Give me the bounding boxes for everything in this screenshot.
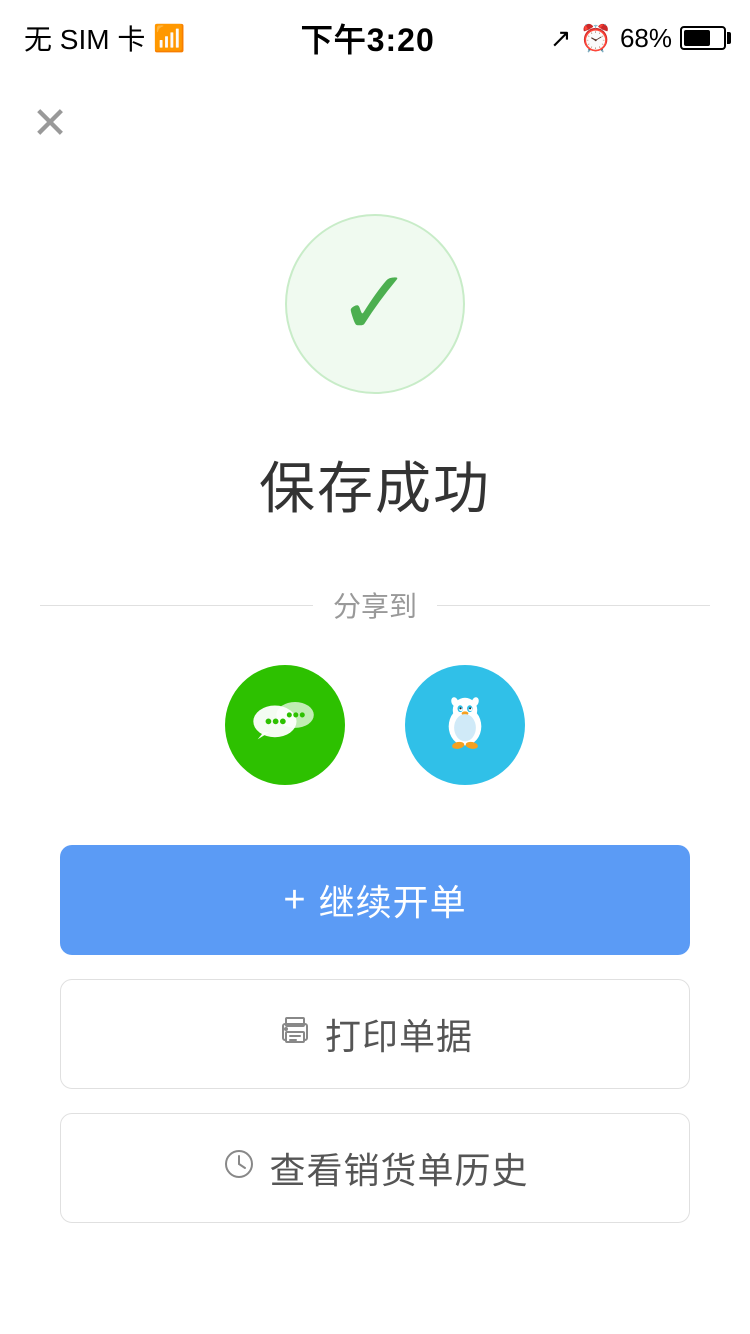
alarm-icon: ⏰ xyxy=(580,23,612,54)
wechat-share-button[interactable] xyxy=(225,665,345,785)
share-divider: 分享到 xyxy=(40,585,710,625)
main-content: ✓ 保存成功 分享到 xyxy=(0,154,750,1223)
share-label: 分享到 xyxy=(333,585,417,625)
qq-share-button[interactable] xyxy=(405,665,525,785)
history-icon xyxy=(221,1146,257,1191)
status-left: 无 SIM 卡 📶 xyxy=(24,18,186,58)
printer-icon xyxy=(277,1012,313,1057)
checkmark-icon: ✓ xyxy=(337,259,412,349)
no-sim-label: 无 SIM 卡 xyxy=(24,18,145,58)
status-bar: 无 SIM 卡 📶 下午3:20 ↗ ⏰ 68% xyxy=(0,0,750,64)
print-label: 打印单据 xyxy=(325,1008,473,1060)
battery-icon xyxy=(680,26,726,50)
wifi-icon: 📶 xyxy=(153,23,185,54)
success-circle: ✓ xyxy=(285,214,465,394)
view-history-button[interactable]: 查看销货单历史 xyxy=(60,1113,690,1223)
share-line-right xyxy=(437,605,710,606)
close-button-wrapper: ✕ xyxy=(0,64,750,154)
view-history-label: 查看销货单历史 xyxy=(269,1142,528,1194)
share-icons-container xyxy=(225,665,525,785)
qq-icon xyxy=(431,691,499,759)
close-x-icon: ✕ xyxy=(32,102,69,146)
continue-order-button[interactable]: + 继续开单 xyxy=(60,845,690,955)
wechat-icon xyxy=(249,689,321,761)
battery-percentage: 68% xyxy=(620,23,672,54)
print-button[interactable]: 打印单据 xyxy=(60,979,690,1089)
share-line-left xyxy=(40,605,313,606)
success-title: 保存成功 xyxy=(259,444,491,525)
status-right: ↗ ⏰ 68% xyxy=(550,23,726,54)
action-buttons: + 继续开单 打印单据 xyxy=(40,845,710,1223)
close-button[interactable]: ✕ xyxy=(20,94,80,154)
location-icon: ↗ xyxy=(550,23,572,54)
plus-icon: + xyxy=(283,879,306,922)
status-time: 下午3:20 xyxy=(301,15,435,61)
continue-order-label: 继续开单 xyxy=(319,874,467,926)
